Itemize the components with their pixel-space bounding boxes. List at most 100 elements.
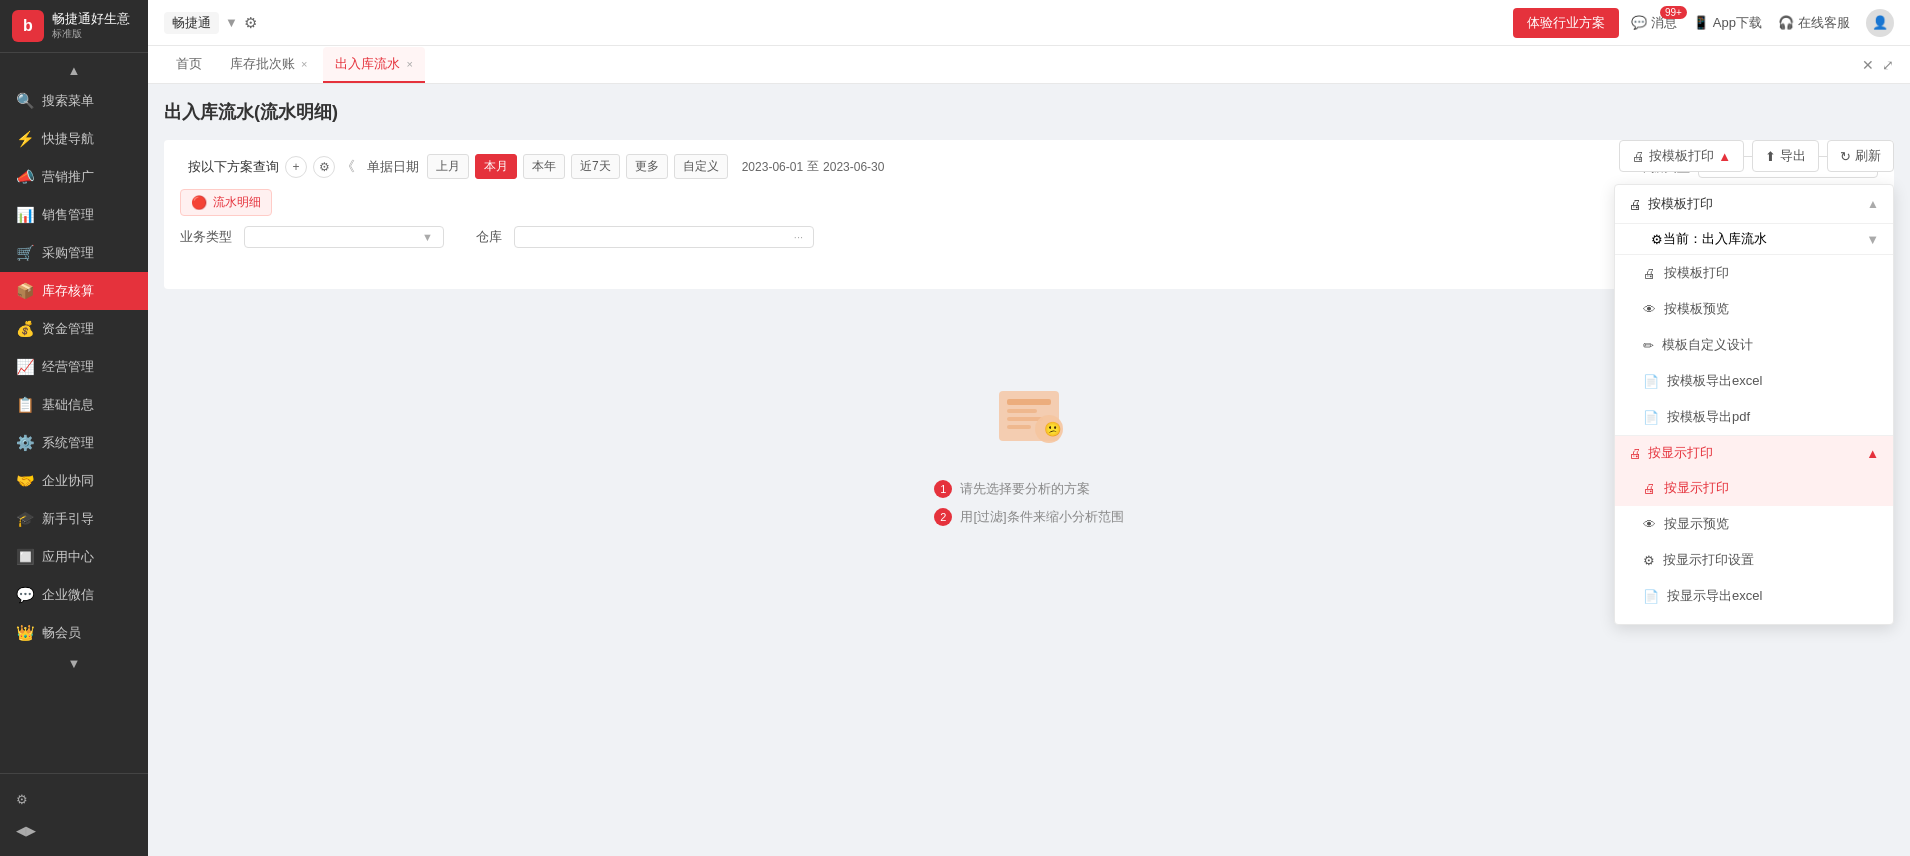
top-action-bar: 🖨 按模板打印 ▲ ⬆ 导出 ↻ 刷新 — [1619, 140, 1894, 172]
tab-batch-account[interactable]: 库存批次账 × — [218, 47, 319, 83]
sidebar-item-appcenter[interactable]: 🔲 应用中心 — [0, 538, 148, 576]
dropdown-title-label: 按模板打印 — [1648, 195, 1713, 213]
dropdown-item-template-export-excel[interactable]: 📄 按模板导出excel — [1615, 363, 1893, 399]
dropdown-scroll: ⚙ 当前：出入库流水 ▼ 🖨 按模板打印 👁 按模板预览 ✏ 模板自定义设计 — [1615, 224, 1893, 624]
sidebar-item-operations[interactable]: 📈 经营管理 — [0, 348, 148, 386]
main-content: 畅捷通 ▼ ⚙ 体验行业方案 💬 消息 99+ 📱 App下载 🎧 在线客服 👤 — [148, 0, 1910, 856]
sidebar-scroll-down[interactable]: ▼ — [0, 652, 148, 675]
business-type-select[interactable]: ▼ — [244, 226, 444, 248]
app-download-button[interactable]: 📱 App下载 — [1693, 14, 1762, 32]
topbar-dropdown-arrow[interactable]: ▼ — [225, 15, 238, 30]
sidebar-item-wechat[interactable]: 💬 企业微信 — [0, 576, 148, 614]
dropdown-item-template-custom[interactable]: ✏ 模板自定义设计 — [1615, 327, 1893, 363]
page-content-area: 出入库流水(流水明细) 🖨 按模板打印 ▲ ⬆ 导出 ↻ 刷新 按以下方案查询 — [148, 84, 1910, 856]
warehouse-label: 仓库 — [476, 228, 502, 246]
dropdown-item-display-export-excel[interactable]: 📄 按显示导出excel — [1615, 578, 1893, 614]
tab-batch-account-close[interactable]: × — [301, 58, 307, 70]
date-btn-this-year[interactable]: 本年 — [523, 154, 565, 179]
logo-icon: b — [12, 10, 44, 42]
dropdown-display-settings-icon: ⚙ — [1643, 553, 1655, 568]
filter-collapse-icon[interactable]: 《 — [341, 158, 355, 176]
dropdown-template-print-label: 按模板打印 — [1664, 264, 1729, 282]
appcenter-icon: 🔲 — [16, 548, 34, 566]
date-btn-more[interactable]: 更多 — [626, 154, 668, 179]
sales-icon: 📊 — [16, 206, 34, 224]
collab-icon: 🤝 — [16, 472, 34, 490]
purchase-icon: 🛒 — [16, 244, 34, 262]
sidebar-item-label: 快捷导航 — [42, 130, 94, 148]
online-service-button[interactable]: 🎧 在线客服 — [1778, 14, 1850, 32]
step-1-text: 请先选择要分析的方案 — [960, 480, 1090, 498]
topbar-username[interactable]: 畅捷通 — [164, 12, 219, 34]
export-button[interactable]: ⬆ 导出 — [1752, 140, 1819, 172]
sidebar-item-system[interactable]: ⚙️ 系统管理 — [0, 424, 148, 462]
dropdown-item-template-export-pdf[interactable]: 📄 按模板导出pdf — [1615, 399, 1893, 435]
empty-step-1: 1 请先选择要分析的方案 — [934, 480, 1123, 498]
settings-icon: ⚙ — [16, 792, 28, 807]
dropdown-item-display-print-settings[interactable]: ⚙ 按显示打印设置 — [1615, 542, 1893, 578]
dropdown-template-custom-label: 模板自定义设计 — [1662, 336, 1753, 354]
window-buttons: ✕ ⤢ — [1862, 57, 1894, 73]
refresh-icon: ↻ — [1840, 149, 1851, 164]
dropdown-sub-title: 🖨 按显示打印 — [1629, 444, 1713, 462]
sidebar-scroll-up[interactable]: ▲ — [0, 59, 148, 82]
sidebar-footer-settings[interactable]: ⚙ — [0, 784, 148, 815]
dropdown-header: 🖨 按模板打印 ▲ — [1615, 185, 1893, 224]
tab-inout-flow-close[interactable]: × — [406, 58, 412, 70]
dropdown-current-row[interactable]: ⚙ 当前：出入库流水 ▼ — [1615, 224, 1893, 254]
filter-setting-button[interactable]: ⚙ — [313, 156, 335, 178]
date-btn-custom[interactable]: 自定义 — [674, 154, 728, 179]
svg-text:😕: 😕 — [1044, 421, 1062, 438]
date-btn-last-month[interactable]: 上月 — [427, 154, 469, 179]
dropdown-sub-collapse-icon: ▲ — [1866, 446, 1879, 461]
dropdown-item-template-print[interactable]: 🖨 按模板打印 — [1615, 255, 1893, 291]
dropdown-display-export-pdf-label: 按显示导出pdf — [1667, 623, 1750, 624]
trial-button[interactable]: 体验行业方案 — [1513, 8, 1619, 38]
svg-rect-3 — [1007, 417, 1043, 421]
date-range-start: 2023-06-01 — [742, 160, 803, 174]
user-avatar[interactable]: 👤 — [1866, 9, 1894, 37]
dropdown-item-display-print[interactable]: 🖨 按显示打印 — [1615, 470, 1893, 506]
dropdown-template-preview-icon: 👁 — [1643, 302, 1656, 317]
sidebar-item-label: 企业协同 — [42, 472, 94, 490]
step-2-text: 用[过滤]条件来缩小分析范围 — [960, 508, 1123, 526]
window-close-btn[interactable]: ✕ — [1862, 57, 1874, 73]
sidebar-item-inventory[interactable]: 📦 库存核算 — [0, 272, 148, 310]
messages-button[interactable]: 💬 消息 99+ — [1631, 14, 1677, 32]
filter-add-button[interactable]: + — [285, 156, 307, 178]
sidebar-item-marketing[interactable]: 📣 营销推广 — [0, 158, 148, 196]
sidebar-item-basic[interactable]: 📋 基础信息 — [0, 386, 148, 424]
warehouse-select[interactable]: ··· — [514, 226, 814, 248]
marketing-icon: 📣 — [16, 168, 34, 186]
svg-rect-4 — [1007, 425, 1031, 429]
window-expand-btn[interactable]: ⤢ — [1882, 57, 1894, 73]
dropdown-collapse-arrow[interactable]: ▲ — [1867, 197, 1879, 211]
system-icon: ⚙️ — [16, 434, 34, 452]
dropdown-item-display-preview[interactable]: 👁 按显示预览 — [1615, 506, 1893, 542]
sidebar-item-finance[interactable]: 💰 资金管理 — [0, 310, 148, 348]
sidebar-item-vip[interactable]: 👑 畅会员 — [0, 614, 148, 652]
sidebar-item-sales[interactable]: 📊 销售管理 — [0, 196, 148, 234]
refresh-button[interactable]: ↻ 刷新 — [1827, 140, 1894, 172]
sidebar-item-collab[interactable]: 🤝 企业协同 — [0, 462, 148, 500]
date-btn-last7days[interactable]: 近7天 — [571, 154, 620, 179]
template-print-up-arrow: ▲ — [1718, 149, 1731, 164]
export-icon: ⬆ — [1765, 149, 1776, 164]
vip-icon: 👑 — [16, 624, 34, 642]
dropdown-sub-header[interactable]: 🖨 按显示打印 ▲ — [1615, 436, 1893, 470]
dropdown-item-display-export-pdf[interactable]: 📄 按显示导出pdf — [1615, 614, 1893, 624]
template-print-button[interactable]: 🖨 按模板打印 ▲ — [1619, 140, 1744, 172]
topbar-gear-icon[interactable]: ⚙ — [244, 14, 257, 32]
sidebar-item-search[interactable]: 🔍 搜索菜单 — [0, 82, 148, 120]
sidebar-item-purchase[interactable]: 🛒 采购管理 — [0, 234, 148, 272]
tab-home[interactable]: 首页 — [164, 47, 214, 83]
empty-steps: 1 请先选择要分析的方案 2 用[过滤]条件来缩小分析范围 — [934, 480, 1123, 536]
sidebar-item-guide[interactable]: 🎓 新手引导 — [0, 500, 148, 538]
date-btn-current-month[interactable]: 本月 — [475, 154, 517, 179]
sidebar-item-quicknav[interactable]: ⚡ 快捷导航 — [0, 120, 148, 158]
sidebar-item-label: 应用中心 — [42, 548, 94, 566]
tab-inout-flow[interactable]: 出入库流水 × — [323, 47, 424, 83]
dropdown-item-template-preview[interactable]: 👁 按模板预览 — [1615, 291, 1893, 327]
dropdown-display-print-icon: 🖨 — [1643, 481, 1656, 496]
sidebar-footer-collapse[interactable]: ◀▶ — [0, 815, 148, 846]
